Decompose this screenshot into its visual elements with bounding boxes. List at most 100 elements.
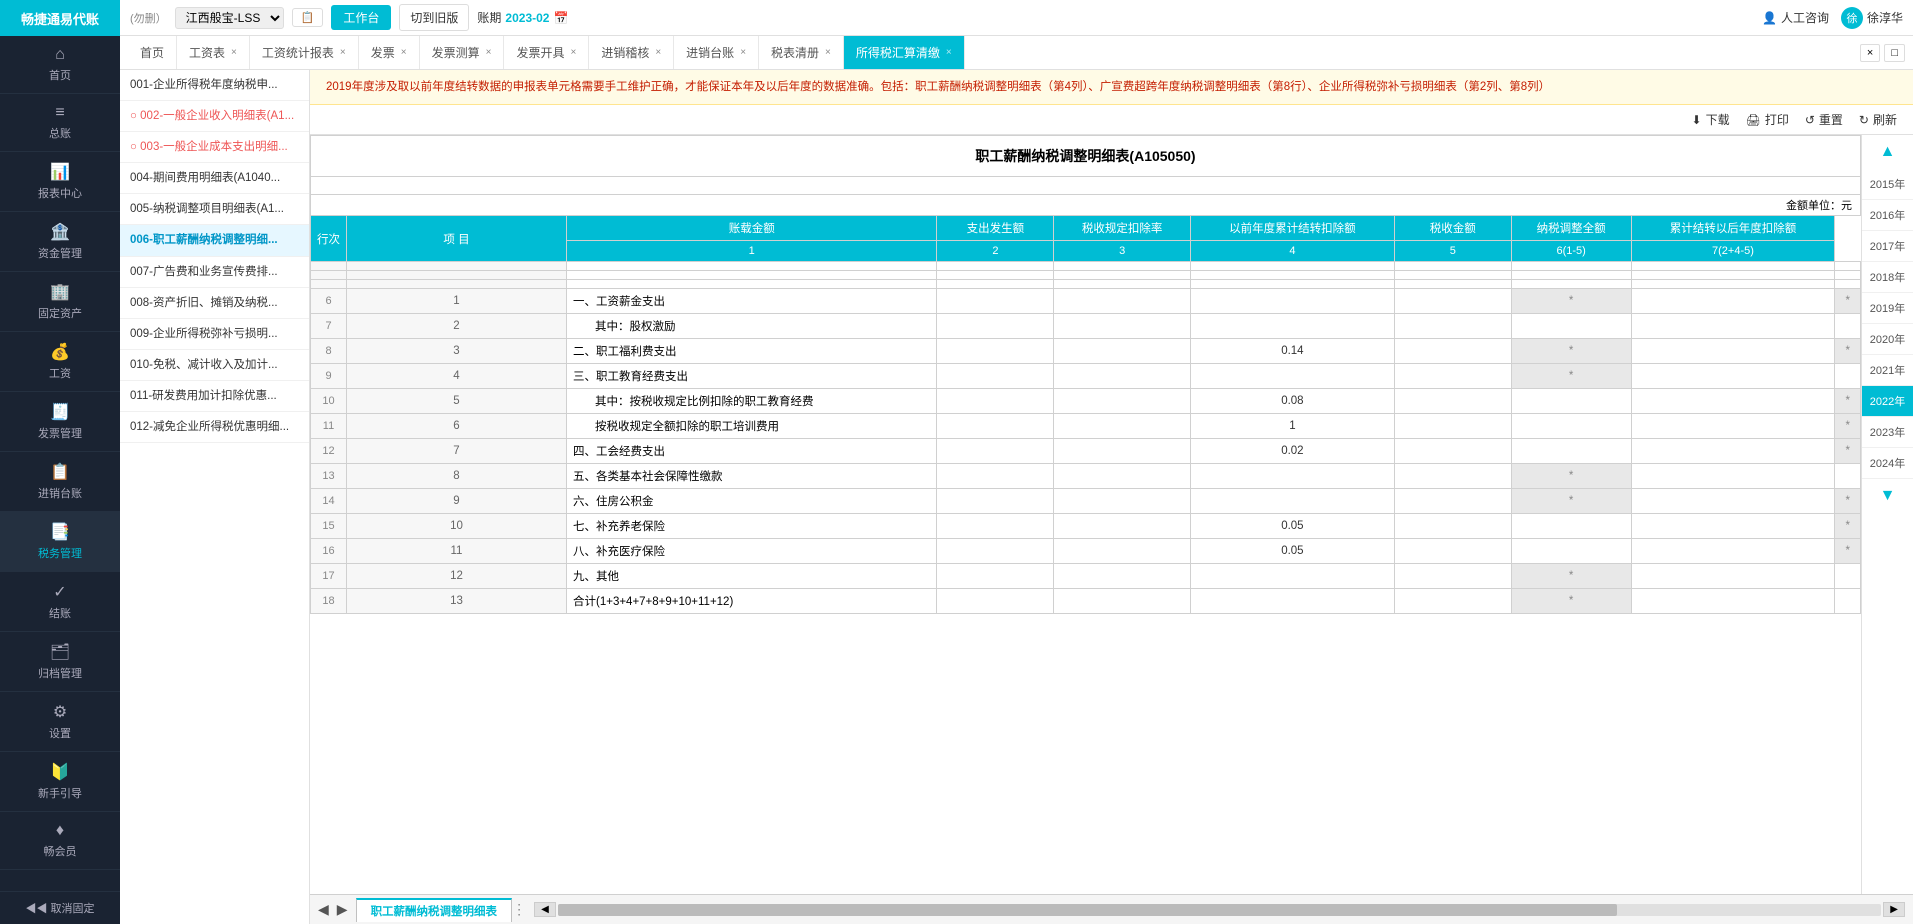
list-item-004[interactable]: 004-期间费用明细表(A1040... xyxy=(120,163,309,194)
list-item-006[interactable]: 006-职工薪酬纳税调整明细... xyxy=(120,225,309,256)
sidebar-item-purchase[interactable]: 📋 进销台账 xyxy=(0,452,120,512)
table-row[interactable]: 138五、各类基本社会保障性缴款* xyxy=(311,464,1861,489)
tab-income-tax[interactable]: 所得税汇算清缴× xyxy=(844,36,965,70)
cell-data[interactable] xyxy=(937,339,1054,364)
cell-item[interactable]: 其中：按税收规定比例扣除的职工教育经费 xyxy=(567,389,937,414)
cell-data[interactable] xyxy=(937,414,1054,439)
refresh-btn[interactable]: ↻ 刷新 xyxy=(1859,111,1897,128)
cell-data[interactable] xyxy=(1835,262,1861,271)
cell-data[interactable] xyxy=(937,314,1054,339)
cell-data[interactable] xyxy=(1394,339,1511,364)
cell-data[interactable] xyxy=(1054,564,1191,589)
sidebar-item-fixed-assets[interactable]: 🏢 固定资产 xyxy=(0,272,120,332)
tab-close-purchase-verify[interactable]: × xyxy=(655,47,661,58)
cell-data[interactable]: 0.05 xyxy=(1190,514,1394,539)
support-btn[interactable]: 👤 人工咨询 xyxy=(1762,9,1829,26)
download-btn[interactable]: ⬇ 下载 xyxy=(1692,111,1730,128)
cell-data[interactable]: * xyxy=(1511,489,1631,514)
cell-data[interactable] xyxy=(1190,280,1394,289)
cell-data[interactable] xyxy=(1054,589,1191,614)
cell-data[interactable]: * xyxy=(1835,489,1861,514)
list-item-005[interactable]: 005-纳税调整项目明细表(A1... xyxy=(120,194,309,225)
list-item-001[interactable]: 001-企业所得税年度纳税申... xyxy=(120,70,309,101)
sidebar-item-ledger[interactable]: ≡ 总账 xyxy=(0,94,120,152)
year-2023[interactable]: 2023年 xyxy=(1862,417,1913,448)
cell-data[interactable] xyxy=(1054,364,1191,389)
sidebar-item-payroll[interactable]: 💰 工资 xyxy=(0,332,120,392)
tab-invoice-open[interactable]: 发票开具× xyxy=(504,36,589,70)
cell-data[interactable] xyxy=(1394,389,1511,414)
table-row[interactable]: 61一、工资薪金支出** xyxy=(311,289,1861,314)
scroll-left-arrow[interactable]: ◀ xyxy=(534,902,556,917)
cell-data[interactable]: 0.05 xyxy=(1190,539,1394,564)
cell-data[interactable] xyxy=(1511,539,1631,564)
cell-data[interactable] xyxy=(1190,364,1394,389)
cell-item[interactable]: 六、住房公积金 xyxy=(567,489,937,514)
tab-invoice-calc[interactable]: 发票测算× xyxy=(420,36,505,70)
cell-data[interactable] xyxy=(1631,339,1835,364)
list-item-010[interactable]: 010-免税、减计收入及加计... xyxy=(120,350,309,381)
sidebar-item-assets-mgmt[interactable]: 🏦 资金管理 xyxy=(0,212,120,272)
cell-data[interactable]: * xyxy=(1511,589,1631,614)
cell-data[interactable] xyxy=(1511,439,1631,464)
cell-data[interactable] xyxy=(1190,314,1394,339)
cell-item[interactable] xyxy=(567,262,937,271)
cell-data[interactable] xyxy=(1511,314,1631,339)
cell-data[interactable] xyxy=(1394,280,1511,289)
print-btn[interactable]: 🖨 打印 xyxy=(1746,111,1789,128)
tab-payroll-report[interactable]: 工资统计报表× xyxy=(250,36,359,70)
cell-data[interactable] xyxy=(1054,289,1191,314)
table-row[interactable]: 149六、住房公积金** xyxy=(311,489,1861,514)
cell-item[interactable]: 二、职工福利费支出 xyxy=(567,339,937,364)
bottom-tab-active[interactable]: 职工薪酬纳税调整明细表 xyxy=(356,898,513,922)
list-item-012[interactable]: 012-减免企业所得税优惠明细... xyxy=(120,412,309,443)
sidebar-item-tax[interactable]: 📑 税务管理 xyxy=(0,512,120,572)
sidebar-item-settings[interactable]: ⚙ 设置 xyxy=(0,692,120,752)
table-row[interactable]: 1712九、其他* xyxy=(311,564,1861,589)
sidebar-item-settlement[interactable]: ✓ 结账 xyxy=(0,572,120,632)
year-nav-down[interactable]: ▼ xyxy=(1862,479,1913,513)
cell-item[interactable]: 九、其他 xyxy=(567,564,937,589)
sidebar-item-home[interactable]: ⌂ 首页 xyxy=(0,36,120,94)
cell-data[interactable]: * xyxy=(1835,339,1861,364)
cell-data[interactable]: * xyxy=(1835,414,1861,439)
cell-item[interactable]: 其中：股权激励 xyxy=(567,314,937,339)
cell-data[interactable] xyxy=(1054,514,1191,539)
cell-data[interactable] xyxy=(1631,539,1835,564)
cell-data[interactable] xyxy=(1511,271,1631,280)
scroll-right-arrow[interactable]: ▶ xyxy=(1883,902,1905,917)
spreadsheet-container[interactable]: 职工薪酬纳税调整明细表(A105050) 金额单位：元 xyxy=(310,135,1861,894)
switch-btn[interactable]: 切到旧版 xyxy=(399,4,469,31)
cell-data[interactable] xyxy=(1835,564,1861,589)
cell-data[interactable] xyxy=(937,364,1054,389)
cell-data[interactable] xyxy=(1394,439,1511,464)
cell-data[interactable] xyxy=(1511,414,1631,439)
cell-data[interactable] xyxy=(1394,489,1511,514)
cell-data[interactable]: 1 xyxy=(1190,414,1394,439)
cell-data[interactable] xyxy=(1054,489,1191,514)
table-row[interactable]: 83二、职工福利费支出0.14** xyxy=(311,339,1861,364)
cell-data[interactable] xyxy=(1394,289,1511,314)
cell-data[interactable] xyxy=(1054,262,1191,271)
cell-data[interactable]: * xyxy=(1511,364,1631,389)
sheet-nav-left[interactable]: ◀ xyxy=(318,901,329,918)
cell-data[interactable] xyxy=(1511,280,1631,289)
cell-data[interactable] xyxy=(1835,280,1861,289)
table-row[interactable]: 127四、工会经费支出0.02* xyxy=(311,439,1861,464)
cell-data[interactable] xyxy=(937,439,1054,464)
cell-data[interactable] xyxy=(1511,262,1631,271)
cell-data[interactable] xyxy=(1631,589,1835,614)
tab-close-income-tax[interactable]: × xyxy=(946,47,952,58)
cell-data[interactable] xyxy=(937,262,1054,271)
cell-data[interactable] xyxy=(1190,489,1394,514)
cell-data[interactable] xyxy=(937,271,1054,280)
cell-data[interactable] xyxy=(1511,514,1631,539)
reset-btn[interactable]: ↺ 重置 xyxy=(1805,111,1843,128)
cell-item[interactable]: 合计(1+3+4+7+8+9+10+11+12) xyxy=(567,589,937,614)
workspace-btn[interactable]: 工作台 xyxy=(331,5,391,30)
table-row[interactable]: 1611八、补充医疗保险0.05* xyxy=(311,539,1861,564)
cell-data[interactable]: * xyxy=(1835,539,1861,564)
cell-data[interactable] xyxy=(1054,271,1191,280)
list-item-002[interactable]: 002-一般企业收入明细表(A1... xyxy=(120,101,309,132)
cell-data[interactable] xyxy=(1394,539,1511,564)
